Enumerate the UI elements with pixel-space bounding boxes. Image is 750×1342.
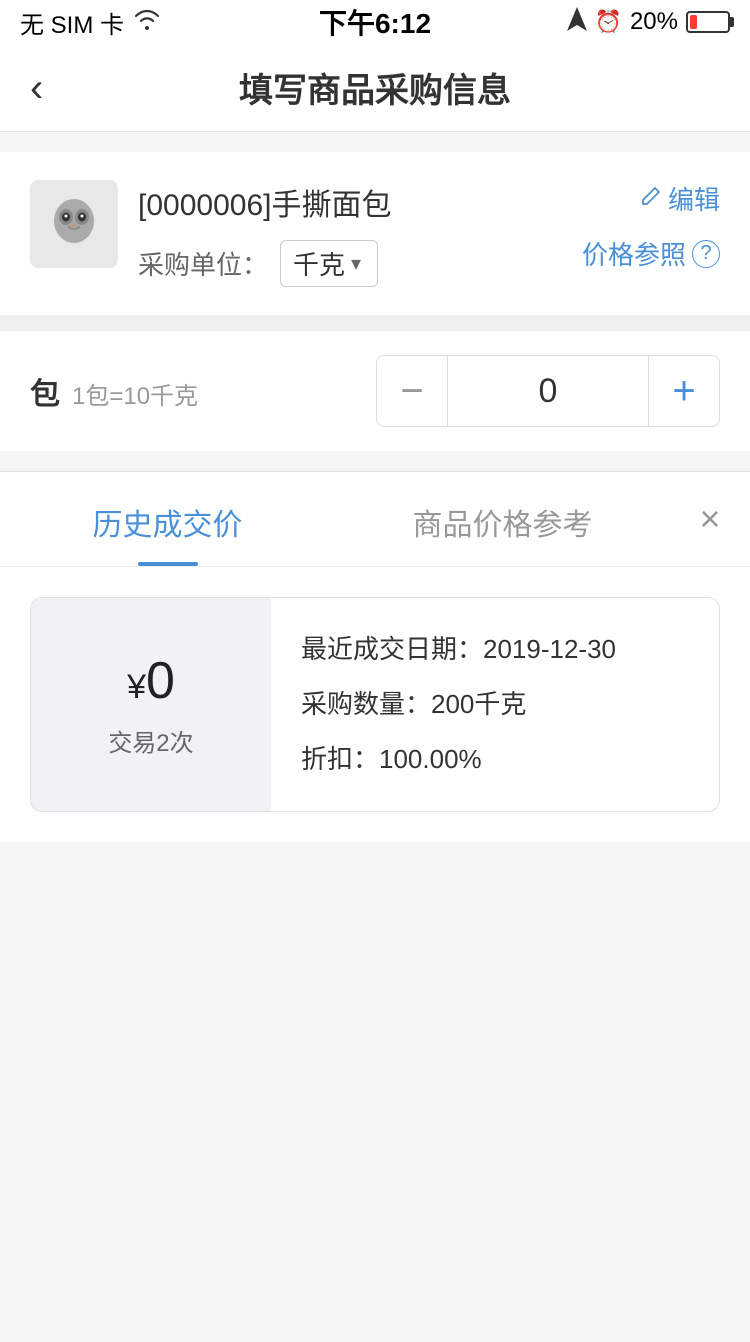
- status-right: ⏰ 20%: [567, 7, 730, 38]
- product-header: [0000006]手撕面包 采购单位： 千克 ▾ 编辑: [30, 180, 720, 287]
- nav-bar: ‹ 填写商品采购信息: [0, 44, 750, 132]
- card-detail-section: 最近成交日期：2019-12-30 采购数量：200千克 折扣：100.00%: [271, 598, 719, 811]
- recent-date-label: 最近成交日期：: [301, 634, 483, 664]
- product-image-placeholder: [44, 189, 104, 259]
- gps-icon: [567, 7, 587, 38]
- product-left: [0000006]手撕面包 采购单位： 千克 ▾: [30, 180, 582, 287]
- trade-count: 交易2次: [108, 723, 193, 758]
- quantity-left: 包 1包=10千克: [30, 369, 198, 413]
- unit-label: 采购单位：: [138, 245, 268, 282]
- help-icon: ?: [692, 240, 720, 268]
- battery-percentage: 20%: [630, 8, 678, 36]
- carrier-text: 无 SIM 卡: [20, 5, 124, 40]
- quantity-controls: − 0 +: [376, 355, 720, 427]
- purchase-qty-label: 采购数量：: [301, 689, 431, 719]
- edit-icon: [640, 183, 662, 214]
- card-price-section: ¥0 交易2次: [31, 598, 271, 811]
- bottom-panel: 历史成交价 商品价格参考 × ¥0 交易2次 最近成交日期：2019-12-30…: [0, 471, 750, 842]
- tab-bar: 历史成交价 商品价格参考 ×: [0, 472, 750, 567]
- edit-label: 编辑: [668, 180, 720, 217]
- discount-row: 折扣：100.00%: [301, 740, 689, 779]
- unit-value: 千克: [293, 245, 345, 282]
- product-info: [0000006]手撕面包 采购单位： 千克 ▾: [138, 180, 582, 287]
- recent-date-value: 2019-12-30: [483, 634, 616, 664]
- tab-history-price[interactable]: 历史成交价: [0, 472, 335, 566]
- status-bar: 无 SIM 卡 下午6:12 ⏰ 20%: [0, 0, 750, 44]
- price-ref-label: 价格参照: [582, 235, 686, 272]
- tab-price-reference[interactable]: 商品价格参考: [335, 472, 670, 566]
- edit-button[interactable]: 编辑: [640, 180, 720, 217]
- section-divider: [0, 315, 750, 331]
- discount-label: 折扣：: [301, 744, 379, 774]
- discount-value: 100.00%: [379, 744, 482, 774]
- quantity-minus-button[interactable]: −: [376, 355, 448, 427]
- price-reference-button[interactable]: 价格参照 ?: [582, 235, 720, 272]
- currency-symbol: ¥: [127, 668, 146, 706]
- quantity-plus-button[interactable]: +: [648, 355, 720, 427]
- wifi-icon: [132, 8, 162, 37]
- purchase-qty-value: 200千克: [431, 689, 526, 719]
- historical-price: ¥0: [127, 651, 175, 711]
- quantity-input[interactable]: 0: [448, 355, 648, 427]
- battery-icon: [686, 8, 730, 36]
- purchase-qty-row: 采购数量：200千克: [301, 685, 689, 724]
- panel-close-button[interactable]: ×: [670, 479, 750, 559]
- product-unit-row: 采购单位： 千克 ▾: [138, 240, 582, 287]
- price-value: 0: [146, 652, 175, 710]
- history-content: ¥0 交易2次 最近成交日期：2019-12-30 采购数量：200千克 折扣：…: [0, 567, 750, 842]
- tab-history-label: 历史成交价: [93, 509, 243, 542]
- page-title: 填写商品采购信息: [239, 63, 511, 112]
- tab-price-ref-label: 商品价格参考: [413, 509, 593, 542]
- product-section: [0000006]手撕面包 采购单位： 千克 ▾ 编辑: [0, 152, 750, 315]
- tab-active-indicator: [138, 562, 198, 566]
- quantity-row: 包 1包=10千克 − 0 +: [0, 331, 750, 451]
- product-thumbnail: [30, 180, 118, 268]
- quantity-unit: 包: [30, 369, 60, 413]
- back-button[interactable]: ‹: [30, 68, 43, 108]
- product-name: [0000006]手撕面包: [138, 180, 582, 224]
- unit-select-dropdown[interactable]: 千克 ▾: [280, 240, 378, 287]
- status-left: 无 SIM 卡: [20, 5, 162, 40]
- chevron-down-icon: ▾: [351, 251, 361, 276]
- status-time: 下午6:12: [319, 2, 431, 42]
- quantity-conversion: 1包=10千克: [72, 376, 198, 411]
- history-card: ¥0 交易2次 最近成交日期：2019-12-30 采购数量：200千克 折扣：…: [30, 597, 720, 812]
- page-background: [0, 842, 750, 1342]
- recent-date-row: 最近成交日期：2019-12-30: [301, 630, 689, 669]
- product-right: 编辑 价格参照 ?: [582, 180, 720, 272]
- alarm-icon: ⏰: [595, 9, 622, 35]
